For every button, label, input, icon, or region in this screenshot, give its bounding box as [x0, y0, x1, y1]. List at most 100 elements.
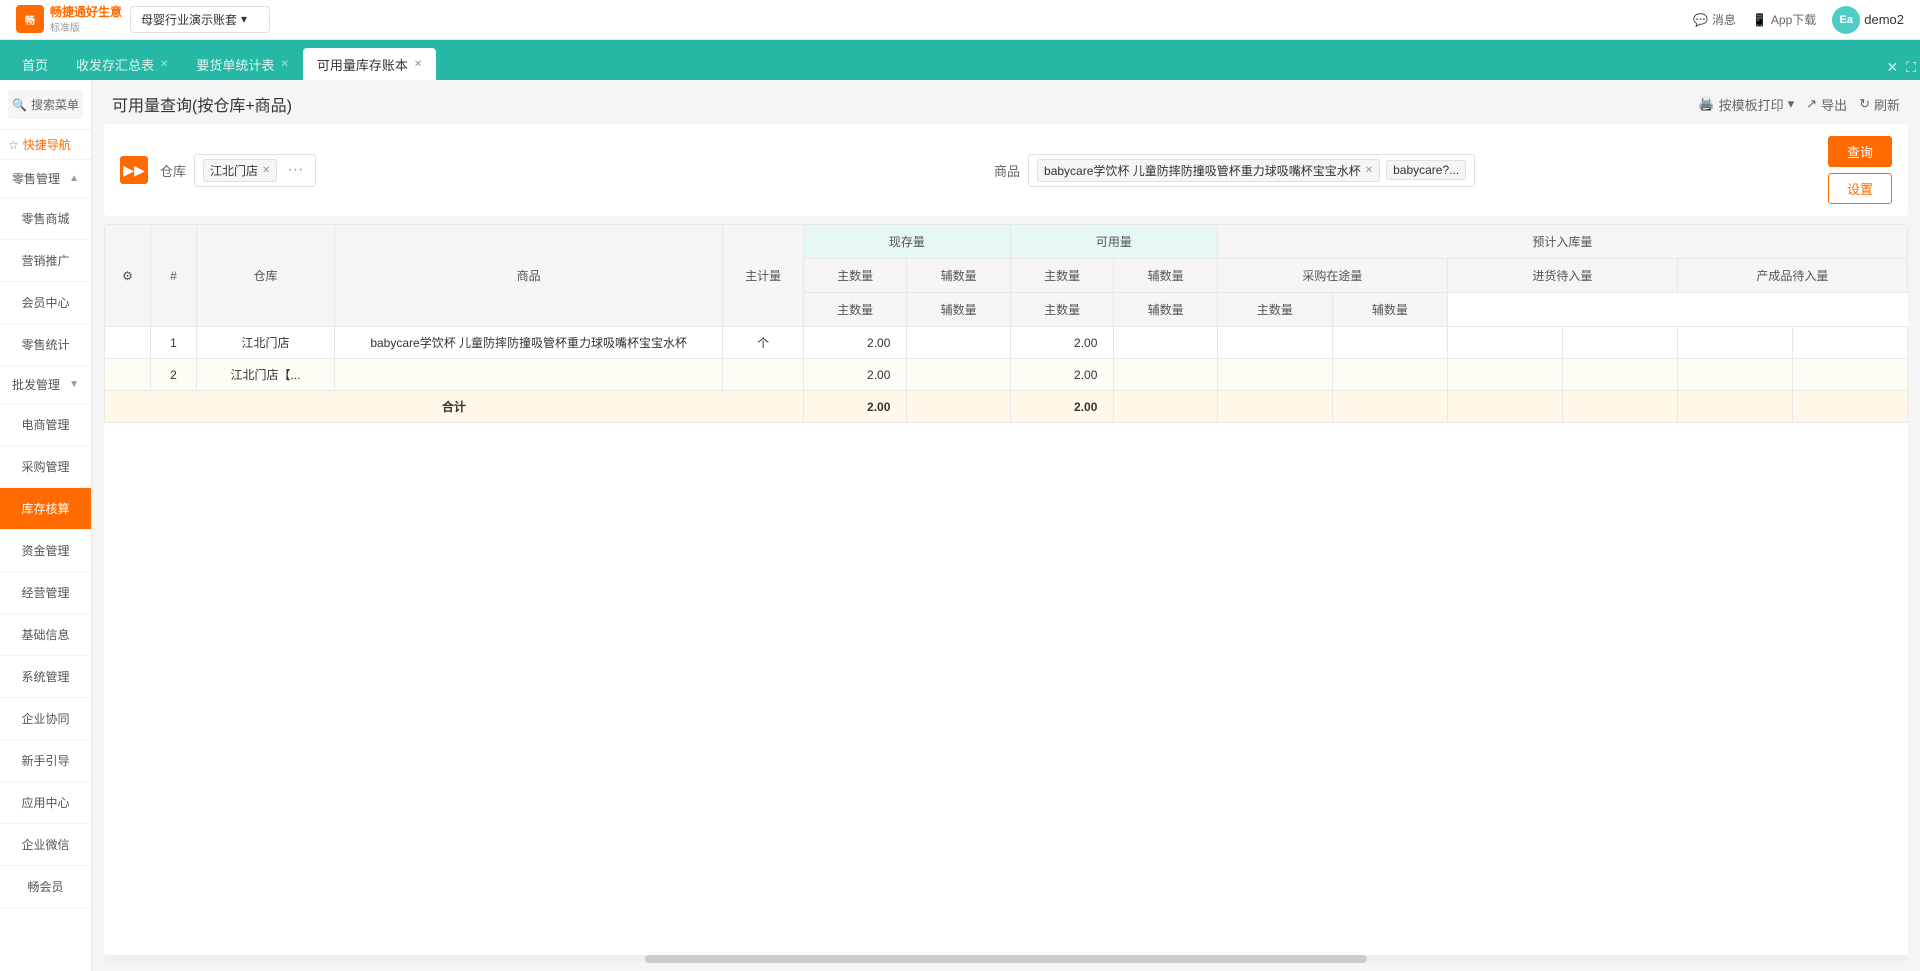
cell-unit-2 [723, 359, 804, 391]
sidebar-item-finance[interactable]: 资金管理 [0, 530, 91, 572]
th-expected-in: 预计入库量 [1217, 225, 1907, 259]
warehouse-tag-close[interactable]: ✕ [262, 165, 270, 176]
cell-imp-aux-1 [1562, 327, 1677, 359]
sidebar-item-enterprise[interactable]: 企业协同 [0, 698, 91, 740]
industry-selector[interactable]: 母婴行业演示账套 ▾ [130, 6, 270, 33]
cell-imp-main-1 [1447, 327, 1562, 359]
search-menu-button[interactable]: 🔍 搜索菜单 [8, 90, 83, 119]
tab-orders[interactable]: 要货单统计表 ✕ [182, 48, 302, 80]
cell-purch-main-1 [1217, 327, 1332, 359]
sidebar-member-label: 会员中心 [21, 294, 69, 311]
commodity-field-group: 商品 babycare学饮杯 儿童防摔防撞吸管杯重力球吸嘴杯宝宝水杯 ✕ bab… [994, 154, 1816, 187]
quick-nav-button[interactable]: ☆ 快捷导航 [0, 130, 91, 160]
chevron-icon-2: ▼ [69, 379, 79, 390]
chevron-down-icon: ▾ [241, 12, 247, 26]
sidebar-item-ecommerce[interactable]: 电商管理 [0, 404, 91, 446]
footer-current-aux [907, 391, 1011, 423]
th-settings[interactable]: ⚙ [105, 225, 151, 327]
warehouse-tag-text: 江北门店 [210, 162, 258, 179]
tab-home-label: 首页 [22, 55, 48, 74]
commodity-tag-1-text: babycare学饮杯 儿童防摔防撞吸管杯重力球吸嘴杯宝宝水杯 [1044, 162, 1361, 179]
sidebar-item-guide[interactable]: 新手引导 [0, 740, 91, 782]
main-layout: 🔍 搜索菜单 ☆ 快捷导航 零售管理 ▲ 零售商城 营销推广 会员中心 零售统计… [0, 80, 1920, 971]
chevron-print-icon: ▾ [1788, 96, 1795, 112]
message-label: 消息 [1712, 11, 1736, 28]
cell-unit-1: 个 [723, 327, 804, 359]
message-icon: 💬 [1693, 13, 1708, 27]
cell-settings-2 [105, 359, 151, 391]
footer-avail-aux [1114, 391, 1218, 423]
warehouse-field-group: 仓库 江北门店 ✕ ··· [160, 154, 982, 187]
maximize-icon: ⛶ [1906, 59, 1916, 76]
chevron-icon: ▲ [69, 173, 79, 184]
close-all-tabs[interactable]: ✕ ⛶ [1886, 59, 1916, 80]
search-icon: 🔍 [12, 98, 27, 112]
sidebar-item-basic[interactable]: 基础信息 [0, 614, 91, 656]
cell-prod-aux-1 [1792, 327, 1907, 359]
refresh-action[interactable]: ↻ 刷新 [1859, 95, 1900, 114]
warehouse-more-icon[interactable]: ··· [283, 161, 307, 179]
sidebar-item-inventory[interactable]: 库存核算 [0, 488, 91, 530]
user-area[interactable]: Ea demo2 [1832, 6, 1904, 34]
th-current-main: 主数量 [803, 259, 907, 293]
sidebar-item-appstore[interactable]: 应用中心 [0, 782, 91, 824]
logo-text: 畅捷通好生意 [50, 5, 122, 19]
tab-receipts-close[interactable]: ✕ [160, 59, 168, 70]
sidebar-item-marketing[interactable]: 营销推广 [0, 240, 91, 282]
sidebar-item-retail-stats[interactable]: 零售统计 [0, 324, 91, 366]
appdownload-action[interactable]: 📱 App下载 [1752, 11, 1816, 28]
horizontal-scrollbar[interactable] [104, 955, 1908, 963]
sidebar-item-retail-mall[interactable]: 零售商城 [0, 198, 91, 240]
tab-orders-close[interactable]: ✕ [280, 59, 288, 70]
refresh-icon: ↻ [1859, 96, 1870, 112]
sidebar-retail-mall-label: 零售商城 [21, 210, 69, 227]
cell-settings-1 [105, 327, 151, 359]
username-label: demo2 [1864, 12, 1904, 27]
tab-available[interactable]: 可用量库存账本 ✕ [303, 48, 436, 80]
cell-avail-aux-2 [1114, 359, 1218, 391]
sidebar: 🔍 搜索菜单 ☆ 快捷导航 零售管理 ▲ 零售商城 营销推广 会员中心 零售统计… [0, 80, 92, 971]
table-container: ⚙ # 仓库 商品 主计量 现存量 可用量 预计入库量 主数量 辅数量 主数量 … [104, 224, 1908, 955]
logo-text-block: 畅捷通好生意 标准版 [50, 5, 122, 34]
sidebar-item-system[interactable]: 系统管理 [0, 656, 91, 698]
export-action[interactable]: ↗ 导出 [1806, 95, 1847, 114]
sidebar-item-member[interactable]: 会员中心 [0, 282, 91, 324]
tab-available-label: 可用量库存账本 [317, 55, 408, 74]
sidebar-item-member2[interactable]: 畅会员 [0, 866, 91, 908]
cell-purch-aux-1 [1332, 327, 1447, 359]
commodity-tag-1-close[interactable]: ✕ [1365, 165, 1373, 176]
cell-avail-main-1: 2.00 [1010, 327, 1114, 359]
scrollbar-thumb[interactable] [645, 955, 1367, 963]
warehouse-label: 仓库 [160, 161, 186, 180]
sidebar-item-wecom[interactable]: 企业微信 [0, 824, 91, 866]
cell-prod-aux-2 [1792, 359, 1907, 391]
cell-current-aux-1 [907, 327, 1011, 359]
close-all-icon: ✕ [1886, 59, 1898, 76]
cell-purch-main-2 [1217, 359, 1332, 391]
industry-label: 母婴行业演示账套 [141, 11, 237, 28]
sidebar-finance-label: 资金管理 [21, 542, 69, 559]
table-row-subtotal: 2 江北门店【... 2.00 2.00 [105, 359, 1908, 391]
print-icon: 🖨️ [1698, 96, 1714, 112]
top-bar-left: 畅 畅捷通好生意 标准版 母婴行业演示账套 ▾ [16, 5, 270, 34]
sidebar-item-purchase[interactable]: 采购管理 [0, 446, 91, 488]
expand-button[interactable]: ▶▶ [120, 156, 148, 184]
th-purchase-in-transit: 采购在途量 [1217, 259, 1447, 293]
sidebar-item-operations[interactable]: 经营管理 [0, 572, 91, 614]
sidebar-member2-label: 畅会员 [27, 878, 63, 895]
query-button[interactable]: 查询 [1828, 136, 1892, 167]
print-action[interactable]: 🖨️ 按模板打印 ▾ [1698, 95, 1794, 114]
sidebar-item-wholesale-mgmt[interactable]: 批发管理 ▼ [0, 366, 91, 404]
message-action[interactable]: 💬 消息 [1693, 11, 1736, 28]
query-panel: ▶▶ 仓库 江北门店 ✕ ··· 商品 babycare学饮杯 儿童防摔防撞吸管… [104, 124, 1908, 216]
sidebar-item-retail-mgmt[interactable]: 零售管理 ▲ [0, 160, 91, 198]
th-import-pending: 进货待入量 [1447, 259, 1677, 293]
table-footer-row: 合计 2.00 2.00 [105, 391, 1908, 423]
commodity-input[interactable]: babycare学饮杯 儿童防摔防撞吸管杯重力球吸嘴杯宝宝水杯 ✕ babyca… [1028, 154, 1475, 187]
tab-receipts[interactable]: 收发存汇总表 ✕ [62, 48, 182, 80]
setting-button[interactable]: 设置 [1828, 173, 1892, 204]
tab-available-close[interactable]: ✕ [414, 59, 422, 70]
tab-home[interactable]: 首页 [8, 48, 62, 80]
cell-warehouse-1: 江北门店 [197, 327, 335, 359]
warehouse-input[interactable]: 江北门店 ✕ ··· [194, 154, 316, 187]
